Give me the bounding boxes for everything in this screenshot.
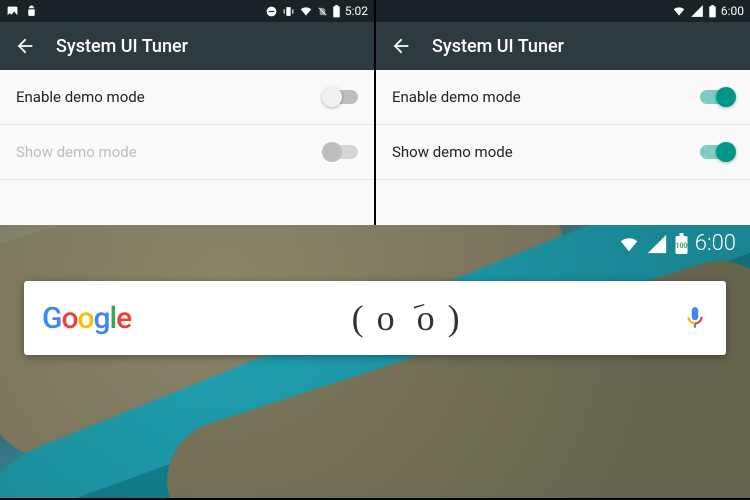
wifi-icon	[618, 233, 640, 255]
app-bar: System UI Tuner	[0, 22, 374, 70]
app-bar: System UI Tuner	[376, 22, 750, 70]
row-label: Enable demo mode	[392, 88, 521, 106]
image-icon	[6, 5, 19, 18]
signal-icon	[646, 233, 668, 255]
android-icon	[25, 5, 38, 18]
dnd-icon	[265, 5, 278, 18]
app-title: System UI Tuner	[56, 36, 188, 57]
toggle-switch[interactable]	[324, 90, 358, 104]
vibrate-icon	[282, 5, 295, 18]
signal-icon	[690, 4, 704, 18]
battery-icon: 100	[674, 233, 689, 255]
enable-demo-mode-row[interactable]: Enable demo mode	[0, 70, 374, 125]
row-label: Show demo mode	[392, 143, 513, 161]
svg-text:100: 100	[675, 242, 687, 250]
no-sim-icon	[317, 5, 328, 18]
clock: 5:02	[345, 4, 368, 18]
home-status-bar: 100 6:00	[618, 231, 736, 256]
show-demo-mode-row[interactable]: Show demo mode	[376, 125, 750, 180]
mic-icon[interactable]	[682, 301, 708, 335]
status-bar: 5:02	[0, 0, 374, 22]
status-bar: 6:00	[376, 0, 750, 22]
clock: 6:00	[721, 4, 744, 18]
toggle-switch[interactable]	[700, 90, 734, 104]
enable-demo-mode-row[interactable]: Enable demo mode	[376, 70, 750, 125]
show-demo-mode-row: Show demo mode	[0, 125, 374, 180]
back-icon[interactable]	[14, 35, 36, 57]
clock: 6:00	[695, 231, 736, 256]
app-title: System UI Tuner	[432, 36, 564, 57]
toggle-switch	[324, 145, 358, 159]
search-content: ( o ݇ o )	[131, 297, 682, 340]
battery-icon	[332, 5, 341, 18]
row-label: Show demo mode	[16, 143, 137, 161]
settings-list: Enable demo mode Show demo mode	[376, 70, 750, 225]
wifi-icon	[672, 4, 686, 18]
right-settings-panel: 6:00 System UI Tuner Enable demo mode Sh…	[376, 0, 750, 225]
battery-icon	[708, 5, 717, 18]
wifi-icon	[299, 4, 313, 18]
home-screen: 100 6:00 Google ( o ݇ o )	[0, 225, 750, 498]
google-logo: Google	[42, 301, 131, 336]
left-settings-panel: 5:02 System UI Tuner Enable demo mode Sh…	[0, 0, 376, 225]
row-label: Enable demo mode	[16, 88, 145, 106]
settings-list: Enable demo mode Show demo mode	[0, 70, 374, 225]
wallpaper	[0, 225, 750, 498]
back-icon[interactable]	[390, 35, 412, 57]
toggle-switch[interactable]	[700, 145, 734, 159]
search-bar[interactable]: Google ( o ݇ o )	[24, 281, 726, 355]
